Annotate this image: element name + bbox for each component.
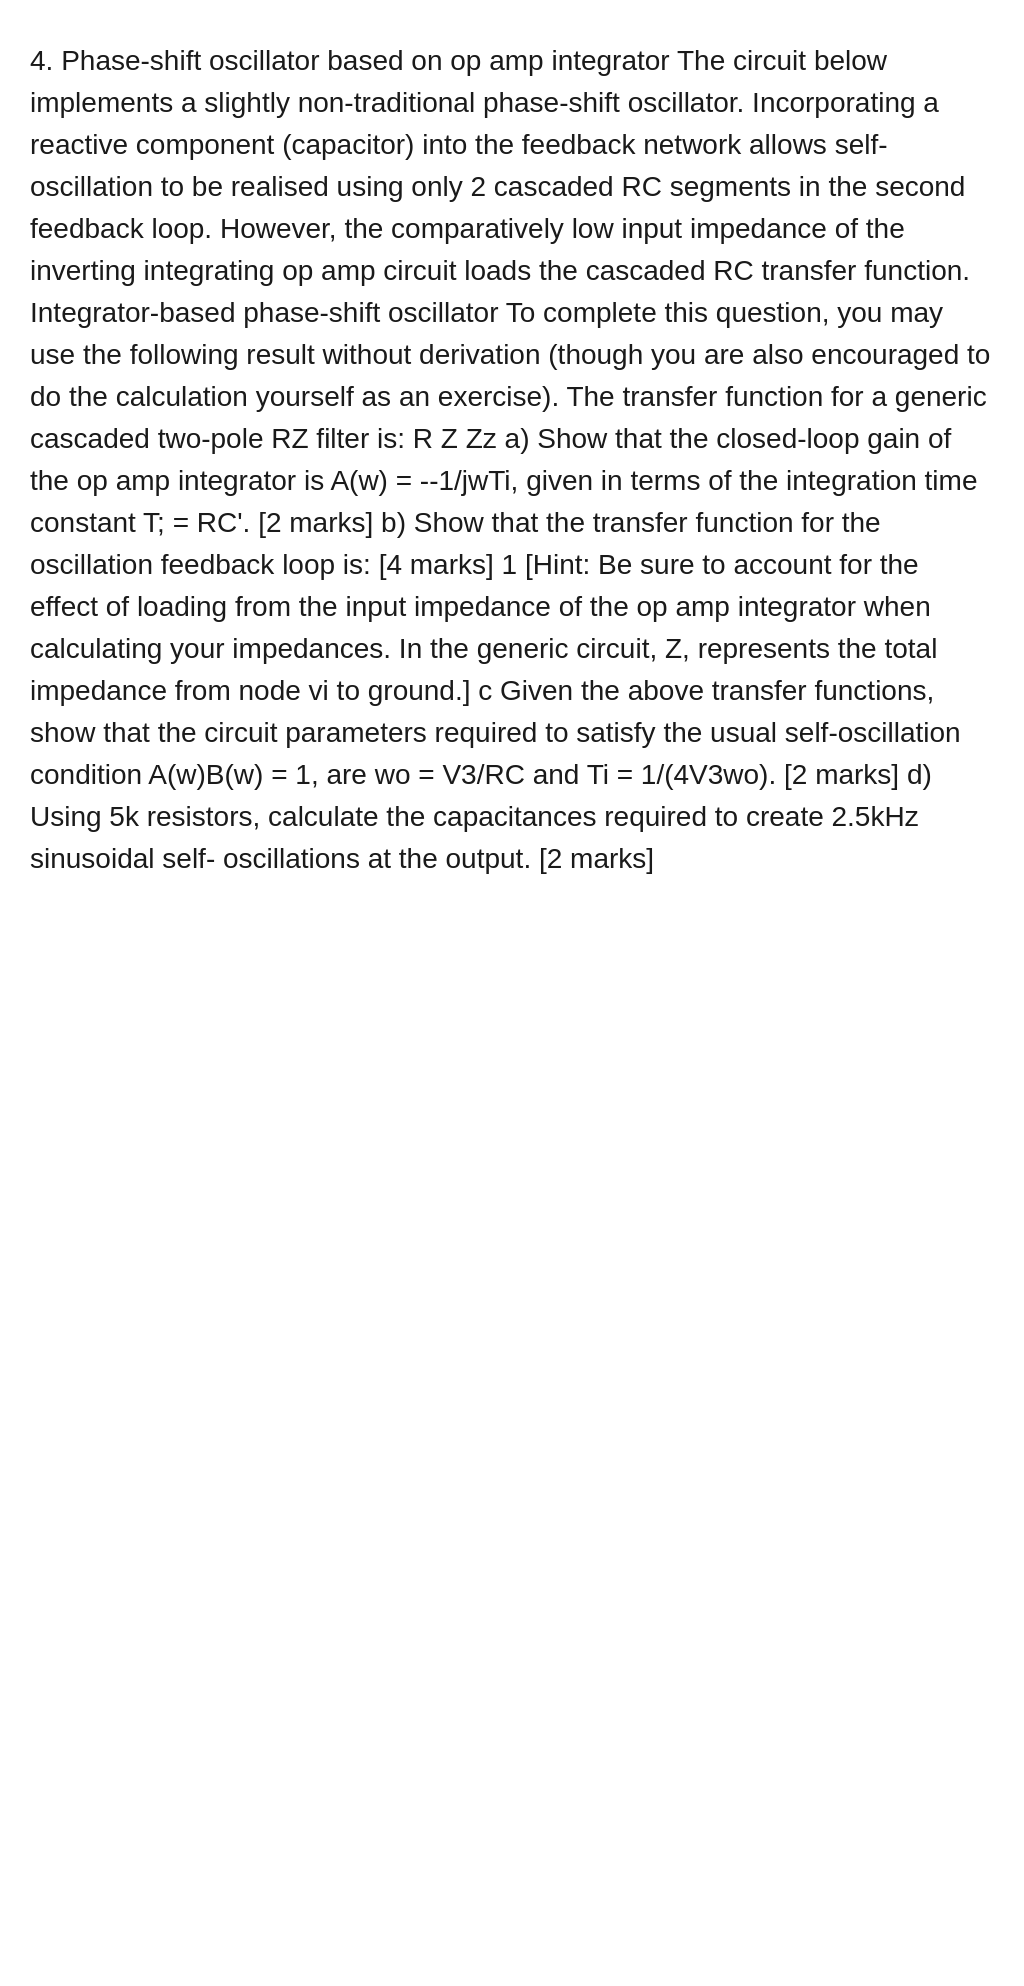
main-content: 4. Phase-shift oscillator based on op am…	[30, 40, 994, 880]
main-paragraph: 4. Phase-shift oscillator based on op am…	[30, 40, 994, 880]
